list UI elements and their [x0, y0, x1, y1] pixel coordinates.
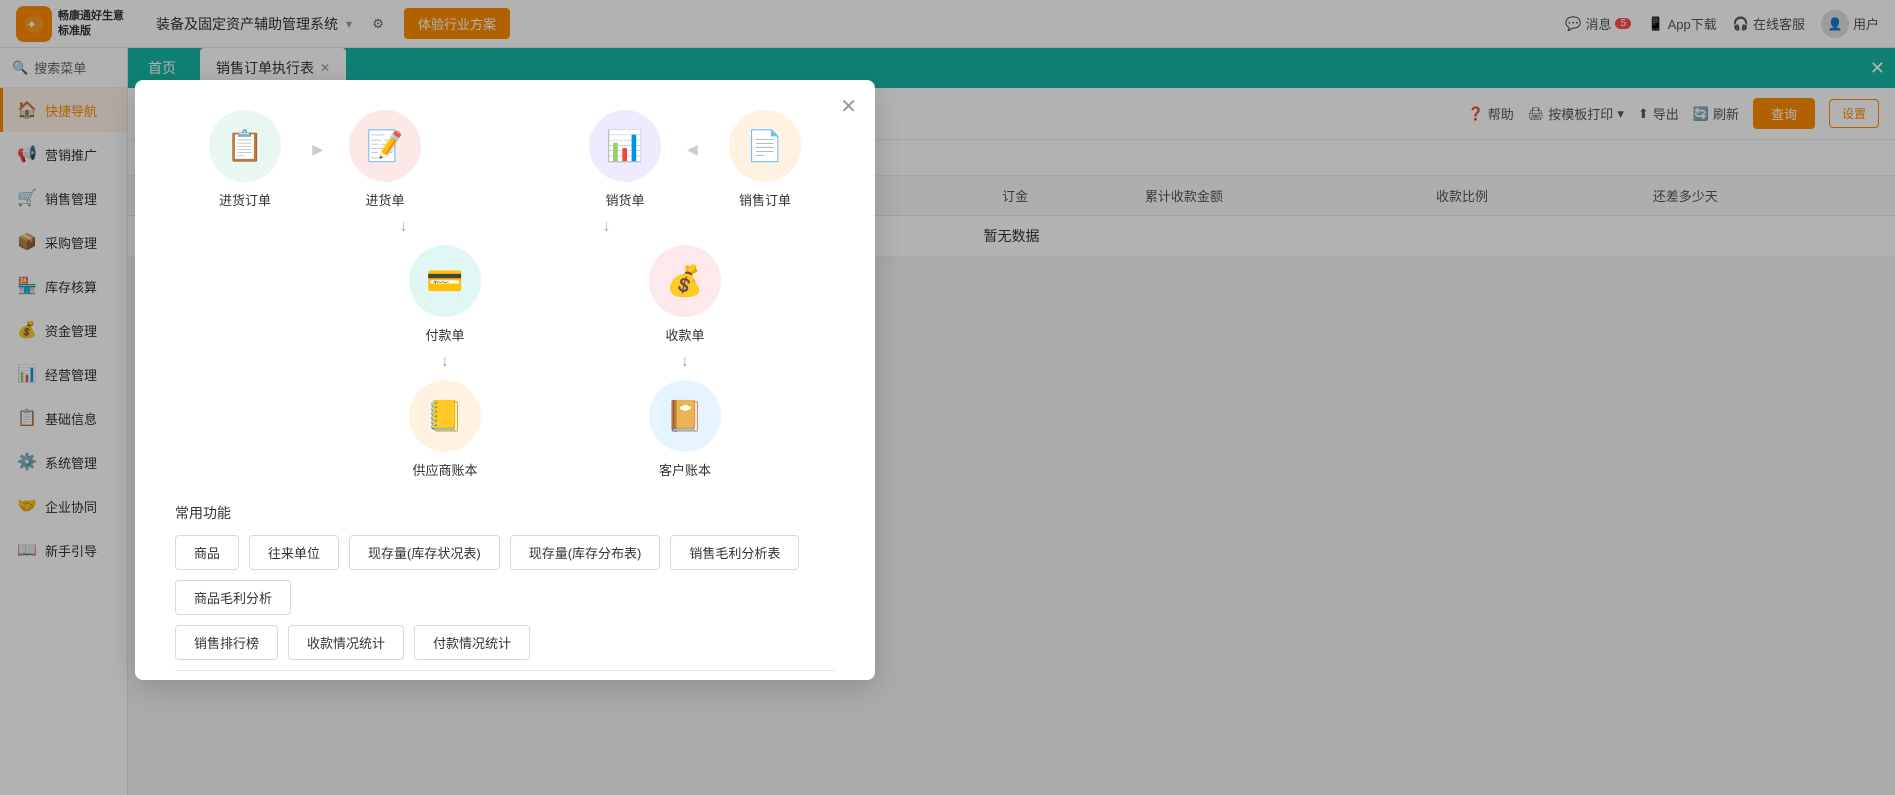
app-container: ✦ 畅康通好生意 标准版 装备及固定资产辅助管理系统 ▾ ⚙ 体验行业方案 💬 … — [0, 0, 1895, 795]
wf-node-payment-bill[interactable]: 💳 付款单 — [375, 245, 515, 344]
wf-node-receipt-bill[interactable]: 💰 收款单 — [615, 245, 755, 344]
workflow-diagram: 📋 进货订单 ▶ — [175, 110, 835, 479]
arrow-down-receipt: ↓ — [615, 354, 755, 370]
wf-circle-supplier-ledger: 📒 — [409, 380, 481, 452]
arrow-down-icon-4: ↓ — [681, 354, 689, 370]
func-btn-4[interactable]: 销售毛利分析表 — [670, 535, 799, 570]
wf-node-sales-bill[interactable]: 📊 销货单 — [555, 110, 695, 209]
wf-node-supplier-ledger[interactable]: 📒 供应商账本 — [375, 380, 515, 479]
scroll-right-btn[interactable]: ▶ — [799, 679, 819, 680]
arrow-down-payment: ↓ — [375, 354, 515, 370]
common-funcs-title: 常用功能 — [175, 503, 835, 523]
wf-circle-sales-order: 📄 — [729, 110, 801, 182]
workflow-row-1: 📋 进货订单 ▶ — [175, 110, 835, 209]
wf-circle-payment-bill: 💳 — [409, 245, 481, 317]
func-btn-8[interactable]: 付款情况统计 — [414, 625, 530, 660]
arrow-down-icon-2: ↓ — [603, 219, 611, 235]
func-btn-5[interactable]: 商品毛利分析 — [175, 580, 291, 615]
wf-circle-purchase-order: 📋 — [209, 110, 281, 182]
func-btn-7[interactable]: 收款情况统计 — [288, 625, 404, 660]
arrow-down-purchase-bill: ↓ — [344, 219, 462, 235]
wf-circle-purchase-bill: 📝 — [349, 110, 421, 182]
modal: ✕ 📋 进货订单 — [135, 88, 875, 680]
scroll-left-btn[interactable]: ◀ — [191, 679, 211, 680]
func-btn-0[interactable]: 商品 — [175, 535, 239, 570]
wf-circle-sales-bill: 📊 — [589, 110, 661, 182]
common-funcs-section: 常用功能 商品 往来单位 现存量(库存状况表) 现存量(库存分布表) 销售毛利分… — [175, 503, 835, 660]
wf-circle-customer-ledger: 📔 — [649, 380, 721, 452]
workflow-row-2: 💳 付款单 💰 收款单 — [175, 245, 835, 344]
func-btn-3[interactable]: 现存量(库存分布表) — [510, 535, 661, 570]
workflow-arrows-row-2: ↓ ↓ — [175, 354, 835, 370]
main-area: 🔍 搜索菜单 🏠 快捷导航 📢 营销推广 🛒 销售管理 📦 采购管理 🏪 — [0, 48, 1895, 795]
wf-circle-receipt-bill: 💰 — [649, 245, 721, 317]
arrow-down-sales-bill: ↓ — [547, 219, 665, 235]
func-btn-6[interactable]: 销售排行榜 — [175, 625, 278, 660]
arrow-down-icon-1: ↓ — [399, 219, 407, 235]
workflow-row-3: 📒 供应商账本 📔 客户账本 — [175, 380, 835, 479]
page-content: — 📅 单据状态 ▾ ❓ 帮助 🖨 — [128, 88, 1895, 795]
func-btn-2[interactable]: 现存量(库存状况表) — [349, 535, 500, 570]
modal-close-btn[interactable]: ✕ — [840, 94, 857, 119]
workflow-arrows-row: ↓ ↓ — [175, 219, 835, 235]
wf-node-purchase-order[interactable]: 📋 进货订单 — [175, 110, 315, 209]
scroll-bar-area: ◀ ▶ — [175, 670, 835, 680]
content-area: 首页 销售订单执行表 ✕ ✕ — 📅 — [128, 48, 1895, 795]
arrow-down-icon-3: ↓ — [441, 354, 449, 370]
func-buttons-row-2: 销售排行榜 收款情况统计 付款情况统计 — [175, 625, 835, 660]
func-buttons-row-1: 商品 往来单位 现存量(库存状况表) 现存量(库存分布表) 销售毛利分析表 商品… — [175, 535, 835, 615]
overlay[interactable]: ✕ 📋 进货订单 — [128, 88, 1895, 795]
wf-node-purchase-bill[interactable]: 📝 进货单 — [315, 110, 455, 209]
func-btn-1[interactable]: 往来单位 — [249, 535, 339, 570]
wf-node-sales-order[interactable]: 📄 销售订单 — [695, 110, 835, 209]
wf-node-customer-ledger[interactable]: 📔 客户账本 — [615, 380, 755, 479]
